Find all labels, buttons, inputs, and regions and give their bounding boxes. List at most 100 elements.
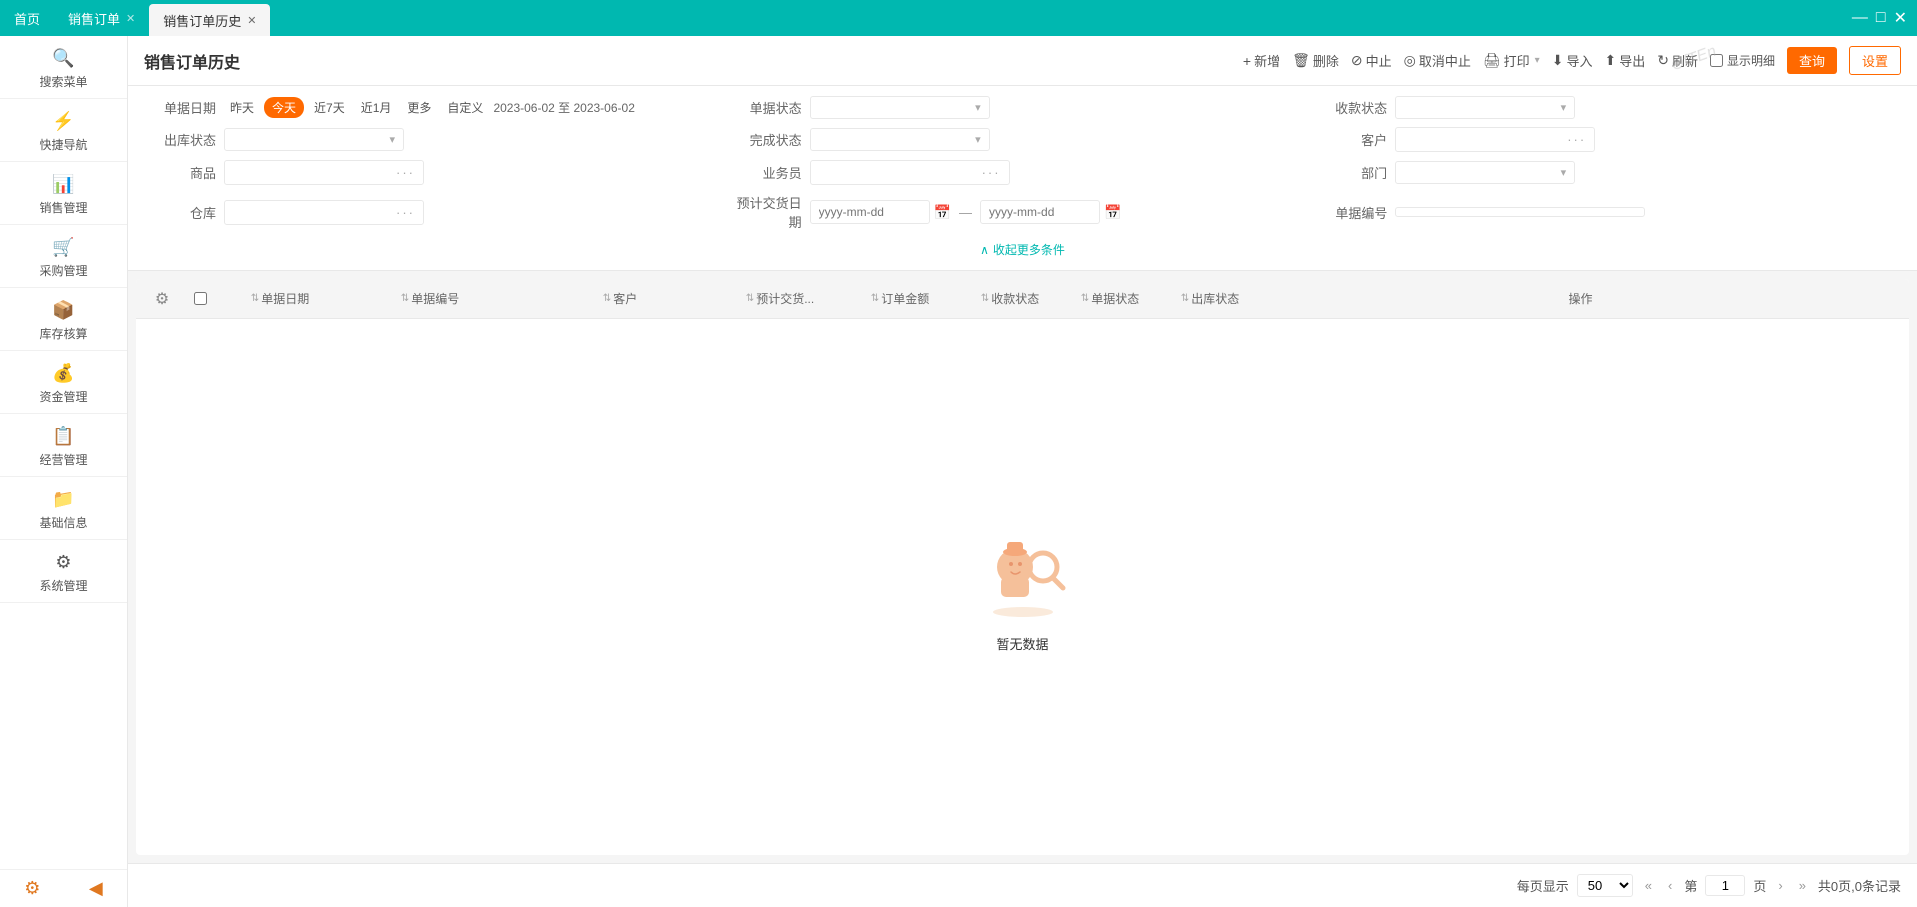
sort-amount-btn[interactable]: 订单金额 [871, 290, 929, 307]
goods-input[interactable]: ··· [224, 160, 424, 185]
sidebar-purchase-label: 采购管理 [39, 262, 87, 279]
warehouse-filter-section: 仓库 ··· [144, 200, 730, 225]
sidebar-system-label: 系统管理 [39, 577, 87, 594]
th-stock-status: 出库状态 [1160, 290, 1260, 307]
page-input[interactable] [1705, 875, 1745, 896]
window-minimize-btn[interactable]: — [1852, 9, 1868, 27]
page-header: 销售订单历史 + 新增 🗑 删除 ⊘ 中止 ◎ 取消中止 [128, 36, 1917, 86]
delivery-date-end-calendar-icon[interactable]: 📅 [1104, 204, 1121, 221]
last-page-btn[interactable]: » [1795, 876, 1810, 895]
sort-doc-status-btn[interactable]: 单据状态 [1081, 290, 1139, 307]
sidebar-collapse-icon[interactable]: ◀ [89, 878, 103, 899]
window-restore-btn[interactable]: □ [1876, 9, 1886, 27]
sidebar-sales-label: 销售管理 [39, 199, 87, 216]
delete-button[interactable]: 🗑 删除 [1292, 51, 1339, 70]
export-button[interactable]: ⬆ 导出 [1604, 51, 1645, 70]
sort-delivery-btn[interactable]: 预计交货... [746, 290, 814, 307]
sidebar-item-system[interactable]: ⚙ 系统管理 [0, 540, 127, 603]
stop-button[interactable]: ⊘ 中止 [1351, 51, 1392, 70]
cancel-stop-button[interactable]: ◎ 取消中止 [1404, 51, 1471, 70]
date-filter-label: 单据日期 [144, 98, 224, 117]
total-records-label: 共0页,0条记录 [1818, 876, 1901, 895]
dept-label: 部门 [1315, 163, 1395, 182]
filter-row-2: 出库状态 ▾ 完成状态 ▾ [144, 127, 1901, 152]
sidebar-stock-label: 库存核算 [39, 325, 87, 342]
sidebar-item-purchase[interactable]: 🛒 采购管理 [0, 225, 127, 288]
first-page-btn[interactable]: « [1641, 876, 1656, 895]
date-more-btn[interactable]: 更多 [401, 97, 437, 118]
top-bar: 首页 销售订单 ✕ 销售订单历史 ✕ — □ ✕ [0, 0, 1917, 36]
doc-no-control [1395, 207, 1901, 217]
payment-status-select[interactable]: ▾ [1395, 96, 1575, 119]
stock-icon: 📦 [52, 300, 74, 321]
new-button[interactable]: + 新增 [1243, 51, 1280, 70]
next-page-btn[interactable]: › [1774, 876, 1786, 895]
sort-date-btn[interactable]: 单据日期 [251, 290, 309, 307]
complete-status-select[interactable]: ▾ [810, 128, 990, 151]
query-button[interactable]: 查询 [1787, 47, 1837, 74]
date-last1month-btn[interactable]: 近1月 [355, 97, 398, 118]
delivery-date-end-input[interactable] [980, 200, 1100, 224]
tab-sales-order-label: 销售订单 [68, 9, 120, 28]
th-delivery: 预计交货... [720, 290, 840, 307]
goods-label: 商品 [144, 163, 224, 182]
sidebar-item-finance[interactable]: 💰 资金管理 [0, 351, 127, 414]
date-custom-btn[interactable]: 自定义 [441, 97, 489, 118]
date-filter-section: 单据日期 昨天 今天 近7天 近1月 更多 自定义 2023-06-02 至 2… [144, 97, 730, 118]
date-today-btn[interactable]: 今天 [264, 97, 304, 118]
delivery-date-start-calendar-icon[interactable]: 📅 [934, 204, 951, 221]
date-range-display: 2023-06-02 至 2023-06-02 [493, 99, 634, 116]
sidebar-item-basic[interactable]: 📁 基础信息 [0, 477, 127, 540]
complete-status-label: 完成状态 [730, 130, 810, 149]
date-yesterday-btn[interactable]: 昨天 [224, 97, 260, 118]
column-settings-icon[interactable]: ⚙ [144, 281, 180, 317]
sort-customer-btn[interactable]: 客户 [603, 290, 637, 307]
th-date: 单据日期 [220, 290, 340, 307]
page-size-select[interactable]: 50 10 20 100 [1577, 874, 1633, 897]
customer-filter-section: 客户 ··· [1315, 127, 1901, 152]
delete-label: 删除 [1313, 51, 1339, 70]
doc-no-filter-section: 单据编号 [1315, 203, 1901, 222]
sales-icon: 📊 [52, 174, 74, 195]
tab-home[interactable]: 首页 [0, 0, 54, 36]
customer-input[interactable]: ··· [1395, 127, 1595, 152]
dept-select[interactable]: ▾ [1395, 161, 1575, 184]
sort-docno-btn[interactable]: 单据编号 [401, 290, 459, 307]
doc-no-input[interactable] [1395, 207, 1645, 217]
refresh-button[interactable]: ↻ 刷新 [1657, 51, 1698, 70]
doc-status-select[interactable]: ▾ [810, 96, 990, 119]
close-sales-order-tab-icon[interactable]: ✕ [126, 12, 135, 25]
sidebar-item-stock[interactable]: 📦 库存核算 [0, 288, 127, 351]
th-doc-status: 单据状态 [1060, 290, 1160, 307]
prev-page-btn[interactable]: ‹ [1664, 876, 1676, 895]
date-last7-btn[interactable]: 近7天 [308, 97, 351, 118]
settings-button[interactable]: 设置 [1849, 46, 1901, 75]
collapse-row[interactable]: ∧ 收起更多条件 [144, 239, 1901, 260]
salesperson-input[interactable]: ··· [810, 160, 1010, 185]
sort-pay-status-btn[interactable]: 收款状态 [981, 290, 1039, 307]
print-button[interactable]: 🖨 打印 ▾ [1483, 51, 1540, 70]
sidebar-item-sales[interactable]: 📊 销售管理 [0, 162, 127, 225]
sidebar-item-search[interactable]: 🔍 搜索菜单 [0, 36, 127, 99]
stock-out-select[interactable]: ▾ [224, 128, 404, 151]
select-all-checkbox-cell[interactable] [180, 292, 220, 305]
page-title: 销售订单历史 [144, 49, 240, 73]
new-label: 新增 [1254, 51, 1280, 70]
show-detail-checkbox[interactable]: 显示明细 [1710, 52, 1775, 69]
show-detail-input[interactable] [1710, 54, 1723, 67]
tab-sales-order-history[interactable]: 销售订单历史 ✕ [149, 4, 270, 36]
sidebar: 🔍 搜索菜单 ⚡ 快捷导航 📊 销售管理 🛒 采购管理 📦 库存核算 💰 资金管… [0, 36, 128, 907]
tab-sales-order[interactable]: 销售订单 ✕ [54, 0, 149, 36]
delivery-date-start-input[interactable] [810, 200, 930, 224]
sidebar-settings-icon[interactable]: ⚙ [24, 878, 40, 899]
stop-label: 中止 [1366, 51, 1392, 70]
close-history-tab-icon[interactable]: ✕ [247, 14, 256, 27]
sidebar-item-operation[interactable]: 📋 经营管理 [0, 414, 127, 477]
sort-stock-status-btn[interactable]: 出库状态 [1181, 290, 1239, 307]
refresh-label: 刷新 [1672, 51, 1698, 70]
window-close-btn[interactable]: ✕ [1894, 8, 1907, 28]
warehouse-input[interactable]: ··· [224, 200, 424, 225]
import-button[interactable]: ⬇ 导入 [1552, 51, 1593, 70]
sidebar-item-quick-nav[interactable]: ⚡ 快捷导航 [0, 99, 127, 162]
select-all-checkbox[interactable] [194, 292, 207, 305]
